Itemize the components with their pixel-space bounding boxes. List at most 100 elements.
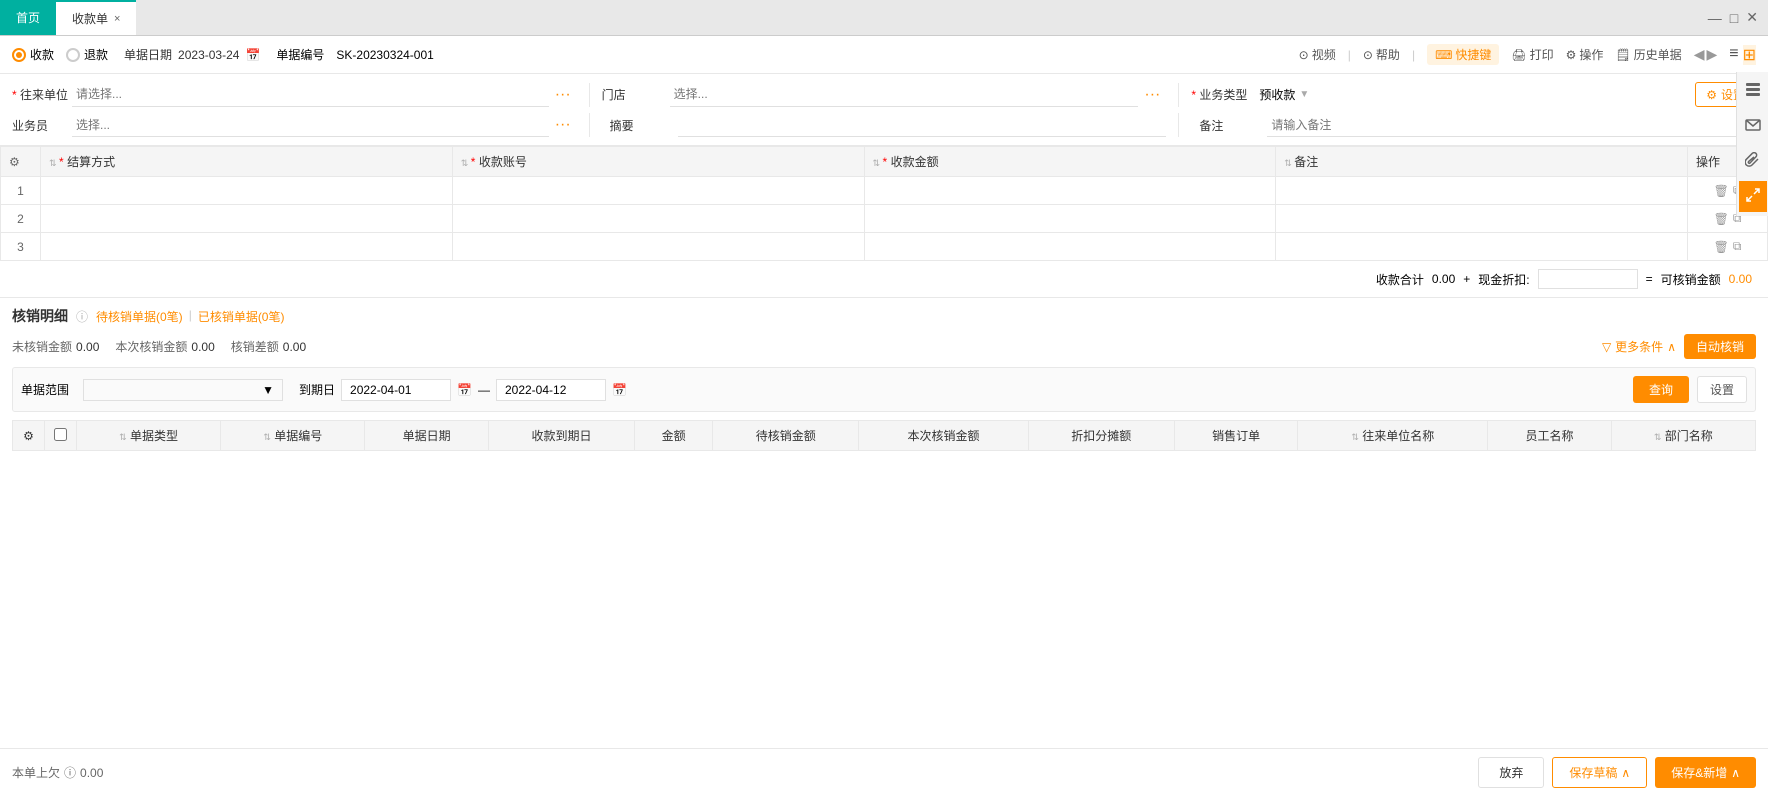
tab-receipt[interactable]: 收款单 ×	[56, 0, 136, 35]
bottom-bar: 本单上欠 ⓘ 0.00 放弃 保存草稿 ∧ 保存&新增 ∧	[0, 748, 1768, 796]
print-btn[interactable]: 🖨 打印	[1511, 46, 1553, 63]
discard-btn[interactable]: 放弃	[1478, 757, 1544, 788]
row2-account-input[interactable]	[461, 212, 856, 226]
bill-date-value[interactable]: 2023-03-24	[178, 48, 239, 62]
counterpart-input[interactable]	[72, 83, 549, 107]
plus-sign: +	[1463, 272, 1470, 286]
search-settings-label: 设置	[1710, 383, 1734, 397]
row3-account-input[interactable]	[461, 240, 856, 254]
close-icon[interactable]: ✕	[1746, 9, 1758, 26]
store-more-icon[interactable]: ···	[1138, 86, 1166, 104]
carry-over-info-icon[interactable]: ⓘ	[64, 764, 76, 781]
operation-icon: ⚙	[1566, 48, 1577, 62]
minimize-icon[interactable]: —	[1708, 10, 1722, 26]
radio-refund-dot	[66, 48, 80, 62]
row2-amount[interactable]	[864, 205, 1276, 233]
history-btn[interactable]: 🗒 历史单据	[1615, 46, 1681, 63]
row1-delete-icon[interactable]: 🗑	[1714, 184, 1729, 198]
row3-remark[interactable]	[1276, 233, 1688, 261]
search-settings-btn[interactable]: 设置	[1697, 376, 1747, 403]
bottom-actions: 放弃 保存草稿 ∧ 保存&新增 ∧	[1478, 757, 1756, 788]
row2-delete-icon[interactable]: 🗑	[1714, 212, 1729, 226]
store-input[interactable]	[670, 83, 1139, 107]
radio-refund[interactable]: 退款	[66, 46, 108, 63]
range-select[interactable]: ▼	[83, 379, 283, 401]
row1-amount-input[interactable]	[873, 184, 1268, 198]
row3-remark-input[interactable]	[1284, 240, 1679, 254]
row1-account-input[interactable]	[461, 184, 856, 198]
info-icon[interactable]: ⓘ	[76, 308, 88, 325]
grid-view-icon[interactable]: ⊞	[1743, 45, 1756, 65]
summary-input[interactable]	[678, 113, 1167, 137]
row3-settlement-input[interactable]	[49, 240, 444, 254]
save-new-btn[interactable]: 保存&新增 ∧	[1655, 757, 1756, 788]
video-label: 视频	[1312, 46, 1336, 63]
save-draft-btn[interactable]: 保存草稿 ∧	[1552, 757, 1647, 788]
sidebar-email-icon[interactable]	[1739, 111, 1767, 142]
next-arrow-icon[interactable]: ▶	[1706, 46, 1717, 63]
th-amount: ⇅ 收款金额	[864, 147, 1276, 177]
shortcut-btn[interactable]: ⌨ 快捷键	[1427, 44, 1499, 65]
row3-delete-icon[interactable]: 🗑	[1714, 240, 1729, 254]
radio-receipt[interactable]: 收款	[12, 46, 54, 63]
sidebar-expand-icon[interactable]	[1739, 181, 1767, 212]
th-remark: ⇅ 备注	[1276, 147, 1688, 177]
row2-remark[interactable]	[1276, 205, 1688, 233]
query-btn[interactable]: 查询	[1633, 376, 1689, 403]
discard-label: 放弃	[1499, 766, 1523, 780]
tab-done[interactable]: 已核销单据(0笔)	[198, 308, 285, 325]
row1-settlement[interactable]	[41, 177, 453, 205]
row3-copy-icon[interactable]: ⧉	[1733, 239, 1742, 254]
print-label: 打印	[1530, 46, 1554, 63]
auto-cancel-btn[interactable]: 自动核销	[1684, 334, 1756, 359]
row3-amount[interactable]	[864, 233, 1276, 261]
sidebar-attachment-icon[interactable]	[1739, 146, 1767, 177]
employee-more-icon[interactable]: ···	[549, 116, 577, 134]
more-conditions-btn[interactable]: ▽ 更多条件 ∧	[1602, 338, 1676, 355]
detail-gear-icon[interactable]: ⚙	[23, 429, 34, 443]
row1-amount[interactable]	[864, 177, 1276, 205]
video-btn[interactable]: ⊙ 视频	[1299, 46, 1336, 63]
divider-3	[589, 113, 590, 137]
detail-th-current: 本次核销金额	[859, 421, 1028, 451]
row1-remark[interactable]	[1276, 177, 1688, 205]
list-view-icon[interactable]: ≡	[1729, 45, 1738, 65]
radio-receipt-label: 收款	[30, 46, 54, 63]
row3-account[interactable]	[452, 233, 864, 261]
calendar-icon[interactable]: 📅	[245, 48, 260, 62]
row3-amount-input[interactable]	[873, 240, 1268, 254]
detail-select-all-checkbox[interactable]	[54, 428, 67, 441]
calendar-start-icon[interactable]: 📅	[457, 383, 472, 397]
row2-amount-input[interactable]	[873, 212, 1268, 226]
row1-settlement-input[interactable]	[49, 184, 444, 198]
business-type-field-group: 业务类型 预收款 ▼ ⚙ 设置	[1191, 82, 1756, 107]
business-type-select[interactable]: 预收款 ▼	[1259, 86, 1687, 103]
row3-settlement[interactable]	[41, 233, 453, 261]
counterpart-more-icon[interactable]: ···	[549, 86, 577, 104]
prev-arrow-icon[interactable]: ◀	[1694, 46, 1705, 63]
detail-th-discount: 折扣分摊额	[1028, 421, 1174, 451]
due-date-end-input[interactable]	[496, 379, 606, 401]
remarks-input[interactable]	[1267, 113, 1756, 137]
tab-close-icon[interactable]: ×	[114, 13, 120, 25]
calendar-end-icon[interactable]: 📅	[612, 383, 627, 397]
employee-input[interactable]	[72, 113, 549, 137]
maximize-icon[interactable]: □	[1730, 10, 1738, 26]
sidebar-table-icon[interactable]	[1739, 76, 1767, 107]
tab-pending[interactable]: 待核销单据(0笔)	[96, 308, 183, 325]
row1-remark-input[interactable]	[1284, 184, 1679, 198]
business-type-label: 业务类型	[1191, 86, 1251, 103]
row2-settlement[interactable]	[41, 205, 453, 233]
table-gear-icon[interactable]: ⚙	[9, 155, 20, 169]
help-btn[interactable]: ⊙ 帮助	[1363, 46, 1400, 63]
row2-settlement-input[interactable]	[49, 212, 444, 226]
tab-home[interactable]: 首页	[0, 0, 56, 35]
more-conditions-label: 更多条件	[1615, 338, 1663, 355]
detail-th-sales-order: 销售订单	[1174, 421, 1298, 451]
row2-remark-input[interactable]	[1284, 212, 1679, 226]
discount-input[interactable]	[1538, 269, 1638, 289]
operation-btn[interactable]: ⚙ 操作	[1566, 46, 1604, 63]
due-date-start-input[interactable]	[341, 379, 451, 401]
row1-account[interactable]	[452, 177, 864, 205]
row2-account[interactable]	[452, 205, 864, 233]
